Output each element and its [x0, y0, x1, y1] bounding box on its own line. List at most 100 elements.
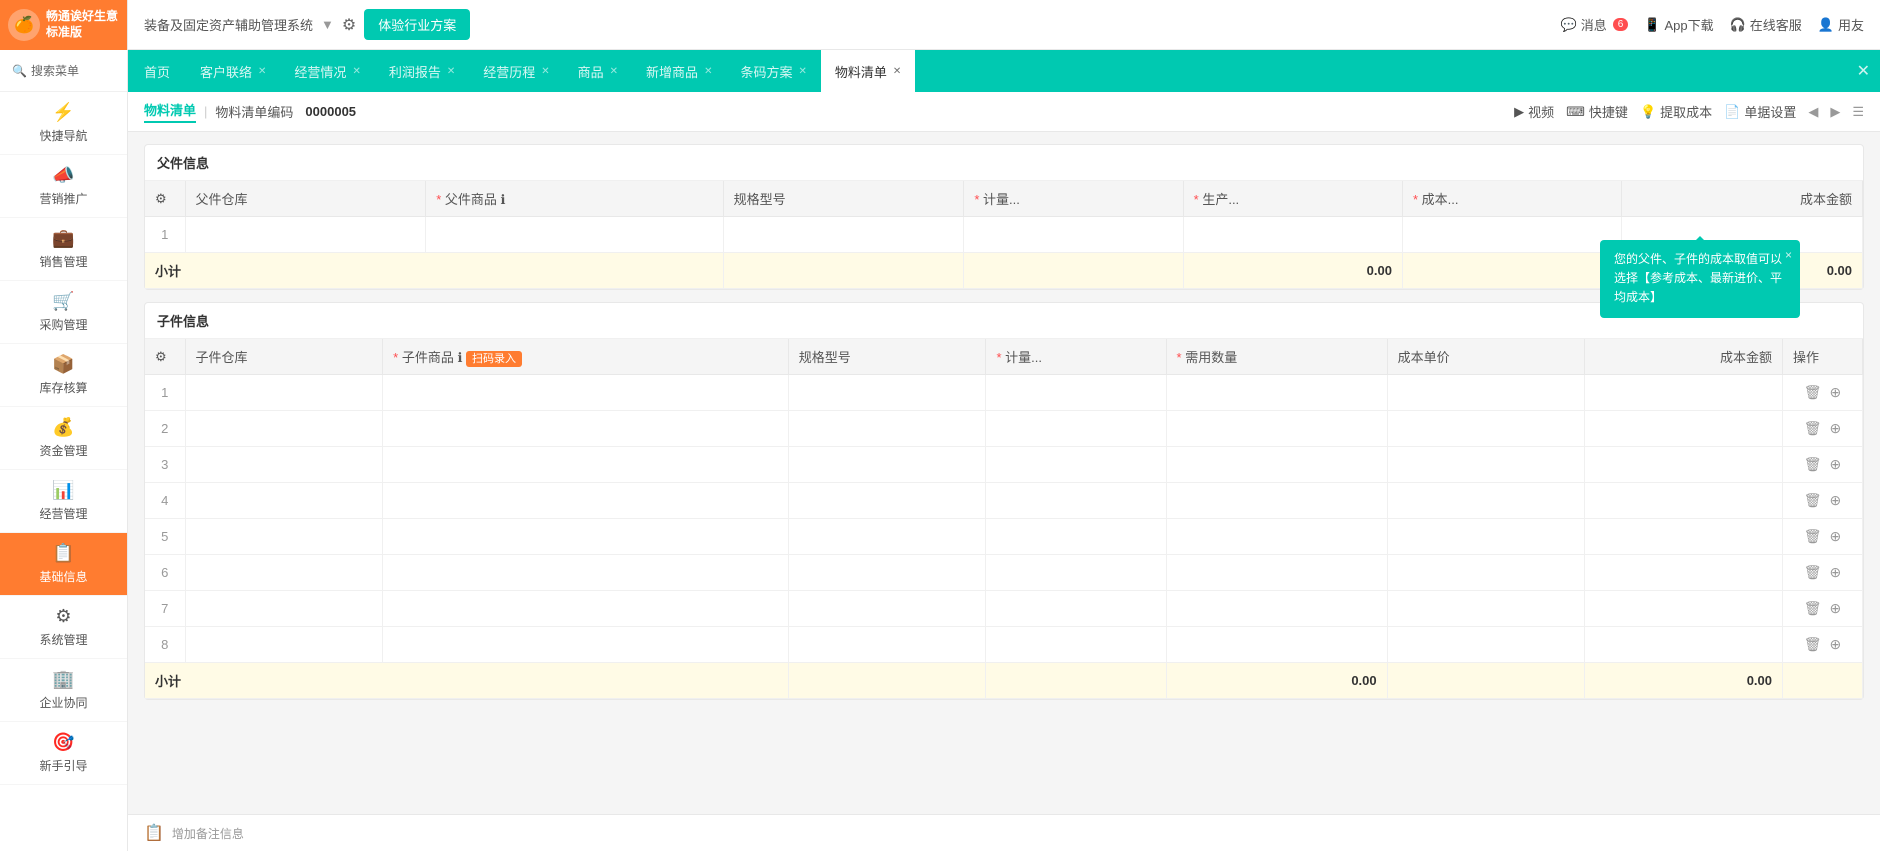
child-warehouse-5[interactable]	[185, 519, 383, 555]
child-unit-cost-3[interactable]	[1387, 447, 1585, 483]
child-warehouse-2[interactable]	[185, 411, 383, 447]
child-needed-qty-2[interactable]	[1166, 411, 1387, 447]
sidebar-item-marketing[interactable]: 📣 营销推广	[0, 155, 127, 218]
shortcut-button[interactable]: ⌨ 快捷键	[1566, 102, 1628, 121]
parent-goods-1[interactable]	[426, 217, 723, 253]
child-th-settings[interactable]: ⚙	[145, 339, 185, 375]
child-goods-8[interactable]	[383, 627, 789, 663]
child-needed-qty-3[interactable]	[1166, 447, 1387, 483]
delete-row-6[interactable]: 🗑	[1804, 564, 1822, 581]
sidebar-item-purchase[interactable]: 🛒 采购管理	[0, 281, 127, 344]
search-button[interactable]: 🔍 搜索菜单	[8, 58, 119, 83]
child-spec-5[interactable]	[788, 519, 986, 555]
child-goods-4[interactable]	[383, 483, 789, 519]
sidebar-item-enterprise[interactable]: 🏢 企业协同	[0, 659, 127, 722]
sidebar-item-operation[interactable]: 📊 经营管理	[0, 470, 127, 533]
child-cost-amount-1[interactable]	[1585, 375, 1783, 411]
child-warehouse-8[interactable]	[185, 627, 383, 663]
delete-row-5[interactable]: 🗑	[1804, 528, 1822, 545]
delete-row-3[interactable]: 🗑	[1804, 456, 1822, 473]
child-cost-amount-5[interactable]	[1585, 519, 1783, 555]
view-video-button[interactable]: ▶ 视频	[1514, 102, 1554, 121]
child-unit-7[interactable]	[986, 591, 1166, 627]
nav-next-button[interactable]: ▶	[1830, 104, 1840, 120]
parent-warehouse-1[interactable]	[185, 217, 426, 253]
tab-close-bom[interactable]: ✕	[893, 66, 901, 77]
tab-close-operation-status[interactable]: ✕	[352, 66, 360, 77]
copy-row-5[interactable]: ⊕	[1830, 528, 1842, 545]
child-needed-qty-8[interactable]	[1166, 627, 1387, 663]
nav-prev-button[interactable]: ◀	[1808, 104, 1818, 120]
sidebar-item-guide[interactable]: 🎯 新手引导	[0, 722, 127, 785]
child-unit-5[interactable]	[986, 519, 1166, 555]
delete-row-2[interactable]: 🗑	[1804, 420, 1822, 437]
copy-row-6[interactable]: ⊕	[1830, 564, 1842, 581]
sidebar-item-inventory[interactable]: 📦 库存核算	[0, 344, 127, 407]
tab-close-barcode[interactable]: ✕	[798, 66, 806, 77]
delete-row-1[interactable]: 🗑	[1804, 384, 1822, 401]
dropdown-icon[interactable]: ▼	[321, 17, 334, 32]
tab-bom[interactable]: 物料清单 ✕	[821, 50, 915, 92]
child-spec-4[interactable]	[788, 483, 986, 519]
parent-production-1[interactable]	[1183, 217, 1402, 253]
child-warehouse-6[interactable]	[185, 555, 383, 591]
child-unit-cost-2[interactable]	[1387, 411, 1585, 447]
message-button[interactable]: 💬 消息 6	[1561, 15, 1629, 34]
child-spec-8[interactable]	[788, 627, 986, 663]
child-unit-6[interactable]	[986, 555, 1166, 591]
copy-row-2[interactable]: ⊕	[1830, 420, 1842, 437]
sidebar-item-system[interactable]: ⚙ 系统管理	[0, 596, 127, 659]
copy-row-4[interactable]: ⊕	[1830, 492, 1842, 509]
child-goods-1[interactable]	[383, 375, 789, 411]
parent-unit-1[interactable]	[964, 217, 1183, 253]
parent-th-settings[interactable]: ⚙	[145, 181, 185, 217]
child-goods-5[interactable]	[383, 519, 789, 555]
child-spec-7[interactable]	[788, 591, 986, 627]
child-cost-amount-4[interactable]	[1585, 483, 1783, 519]
child-unit-cost-5[interactable]	[1387, 519, 1585, 555]
delete-row-8[interactable]: 🗑	[1804, 636, 1822, 653]
scan-badge[interactable]: 扫码录入	[466, 351, 522, 367]
child-needed-qty-6[interactable]	[1166, 555, 1387, 591]
parent-cost-1[interactable]	[1402, 217, 1621, 253]
tab-close-operation-history[interactable]: ✕	[541, 66, 549, 77]
list-view-button[interactable]: ☰	[1852, 104, 1864, 120]
online-service-button[interactable]: 🎧 在线客服	[1730, 15, 1802, 34]
tab-close-new-goods[interactable]: ✕	[704, 66, 712, 77]
experience-button[interactable]: 体验行业方案	[364, 9, 470, 40]
child-unit-cost-4[interactable]	[1387, 483, 1585, 519]
delete-row-4[interactable]: 🗑	[1804, 492, 1822, 509]
tab-operation-status[interactable]: 经营情况 ✕	[280, 50, 374, 92]
child-needed-qty-5[interactable]	[1166, 519, 1387, 555]
child-warehouse-3[interactable]	[185, 447, 383, 483]
breadcrumb-bom[interactable]: 物料清单	[144, 100, 196, 123]
tab-barcode[interactable]: 条码方案 ✕	[726, 50, 820, 92]
child-needed-qty-4[interactable]	[1166, 483, 1387, 519]
tab-customer[interactable]: 客户联络 ✕	[186, 50, 280, 92]
delete-row-7[interactable]: 🗑	[1804, 600, 1822, 617]
parent-spec-1[interactable]	[723, 217, 964, 253]
child-unit-3[interactable]	[986, 447, 1166, 483]
child-goods-7[interactable]	[383, 591, 789, 627]
child-cost-amount-7[interactable]	[1585, 591, 1783, 627]
tab-operation-history[interactable]: 经营历程 ✕	[469, 50, 563, 92]
child-goods-6[interactable]	[383, 555, 789, 591]
child-goods-2[interactable]	[383, 411, 789, 447]
child-needed-qty-1[interactable]	[1166, 375, 1387, 411]
sidebar-item-sales[interactable]: 💼 销售管理	[0, 218, 127, 281]
child-unit-cost-1[interactable]	[1387, 375, 1585, 411]
sidebar-item-basic-info[interactable]: 📋 基础信息	[0, 533, 127, 596]
child-unit-cost-7[interactable]	[1387, 591, 1585, 627]
child-goods-3[interactable]	[383, 447, 789, 483]
tab-close-goods[interactable]: ✕	[610, 66, 618, 77]
child-spec-6[interactable]	[788, 555, 986, 591]
child-spec-2[interactable]	[788, 411, 986, 447]
tab-goods[interactable]: 商品 ✕	[564, 50, 632, 92]
tab-home[interactable]: 首页	[128, 50, 186, 92]
child-unit-1[interactable]	[986, 375, 1166, 411]
sidebar-item-finance[interactable]: 💰 资金管理	[0, 407, 127, 470]
child-unit-2[interactable]	[986, 411, 1166, 447]
child-cost-amount-8[interactable]	[1585, 627, 1783, 663]
child-unit-cost-6[interactable]	[1387, 555, 1585, 591]
child-cost-amount-2[interactable]	[1585, 411, 1783, 447]
